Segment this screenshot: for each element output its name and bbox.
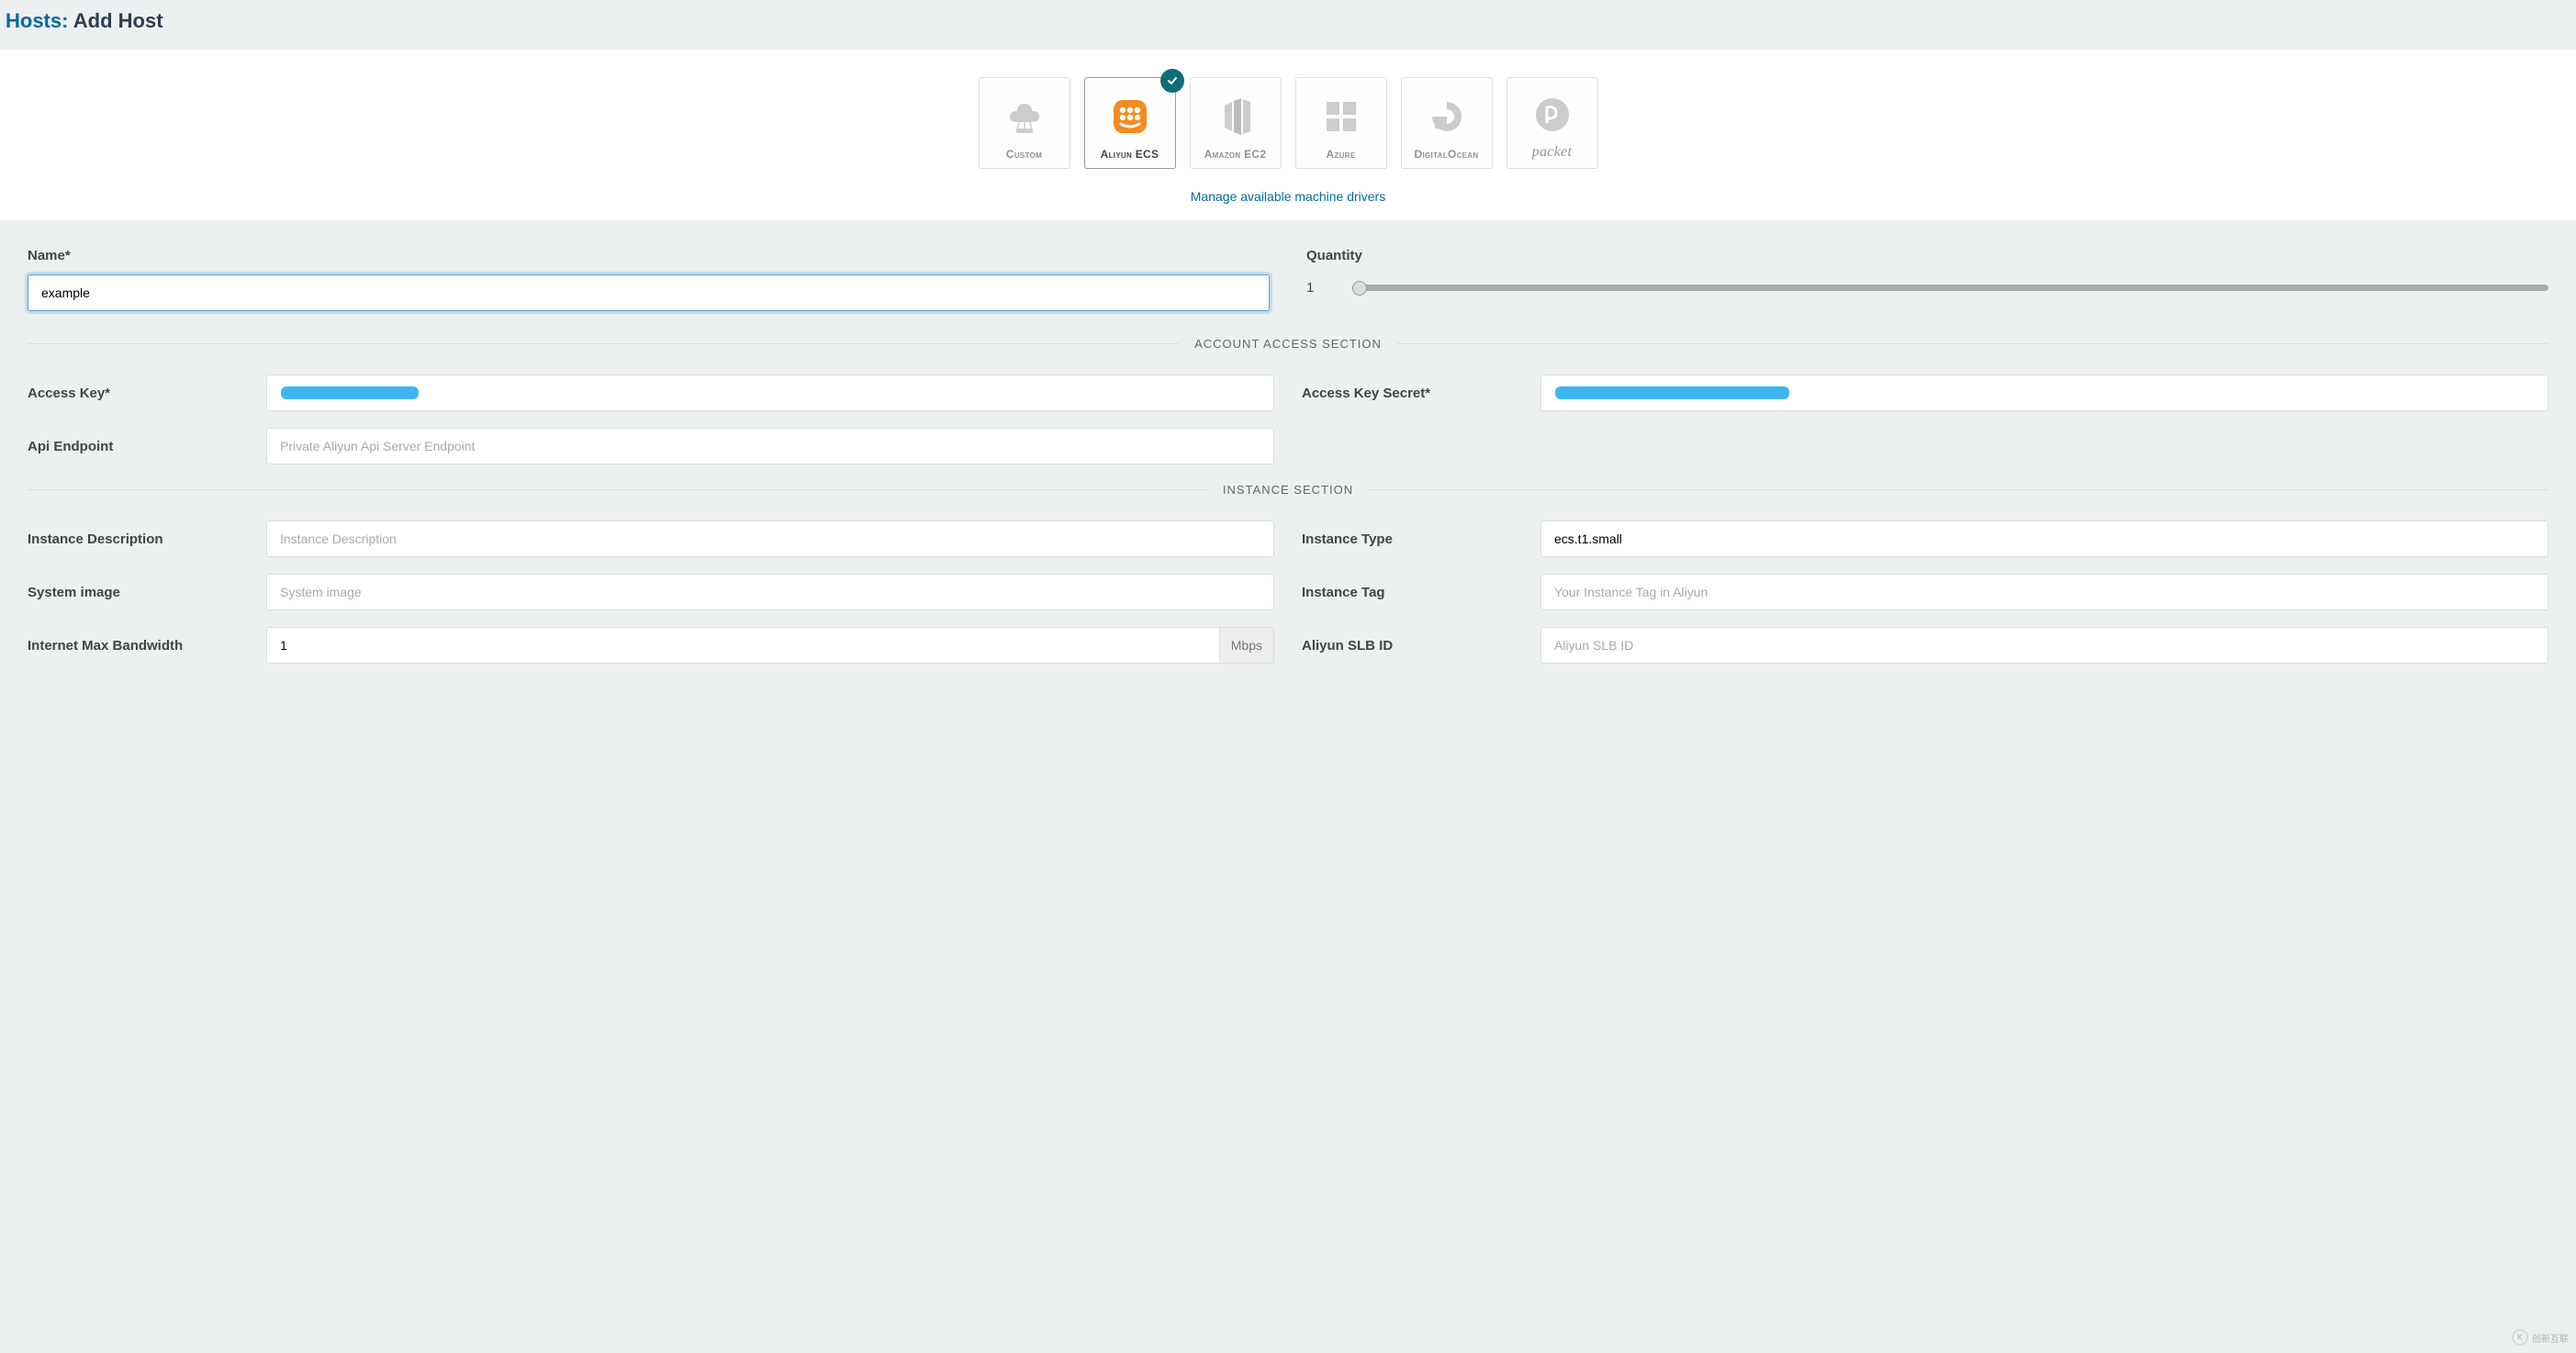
provider-packet[interactable]: packet (1506, 77, 1598, 169)
instance-tag-input[interactable] (1540, 574, 2548, 610)
quantity-value: 1 (1306, 280, 1325, 296)
instance-description-label: Instance Description (28, 531, 239, 547)
section-label: ACCOUNT ACCESS SECTION (1194, 337, 1382, 351)
instance-type-input[interactable] (1540, 520, 2548, 557)
name-label: Name* (28, 248, 1270, 263)
instance-type-label: Instance Type (1302, 531, 1513, 547)
check-icon (1160, 69, 1184, 93)
redacted-overlay (281, 386, 419, 399)
provider-label: DigitalOcean (1415, 148, 1479, 161)
provider-azure[interactable]: Azure (1295, 77, 1387, 169)
bandwidth-unit: Mbps (1220, 627, 1274, 664)
name-input[interactable] (28, 274, 1270, 311)
slb-id-label: Aliyun SLB ID (1302, 638, 1513, 654)
slider-track (1352, 285, 2548, 291)
slider-thumb[interactable] (1352, 281, 1367, 296)
access-key-input-wrap (266, 375, 1274, 411)
api-endpoint-input[interactable] (266, 428, 1274, 464)
aliyun-icon (1108, 85, 1152, 148)
access-key-secret-label: Access Key Secret* (1302, 386, 1513, 401)
api-endpoint-label: Api Endpoint (28, 439, 239, 454)
provider-label: Aliyun ECS (1101, 148, 1159, 161)
bandwidth-label: Internet Max Bandwidth (28, 638, 239, 654)
provider-cards: Custom Aliyun ECS (18, 77, 2558, 169)
provider-aliyun-ecs[interactable]: Aliyun ECS (1084, 77, 1176, 169)
bandwidth-input[interactable] (266, 627, 1220, 664)
form-section: Name* Quantity 1 ACCOUNT ACCESS SECTION … (0, 220, 2576, 664)
manage-drivers-link[interactable]: Manage available machine drivers (1191, 189, 1385, 204)
page-header: Hosts: Add Host (0, 0, 2576, 50)
provider-label: Custom (1006, 148, 1042, 161)
provider-amazon-ec2[interactable]: Amazon EC2 (1190, 77, 1282, 169)
cloud-server-icon (1004, 85, 1045, 148)
packet-icon (1532, 85, 1573, 144)
slb-id-input[interactable] (1540, 627, 2548, 664)
system-image-label: System image (28, 585, 239, 600)
redacted-overlay (1555, 386, 1789, 399)
system-image-input[interactable] (266, 574, 1274, 610)
section-label: INSTANCE SECTION (1223, 483, 1353, 497)
provider-label: packet (1532, 144, 1573, 161)
provider-section: Custom Aliyun ECS (0, 50, 2576, 220)
amazon-ec2-icon (1215, 85, 1256, 148)
quantity-label: Quantity (1306, 248, 2548, 263)
breadcrumb-current: Add Host (68, 9, 162, 32)
quantity-slider[interactable] (1352, 282, 2548, 295)
watermark-text: 创新互联 (2532, 1331, 2569, 1345)
instance-description-input[interactable] (266, 520, 1274, 557)
instance-tag-label: Instance Tag (1302, 585, 1513, 600)
azure-icon (1321, 85, 1361, 148)
watermark: K 创新互联 (2512, 1329, 2569, 1346)
access-key-label: Access Key* (28, 386, 239, 401)
digitalocean-icon (1427, 85, 1467, 148)
watermark-icon: K (2512, 1329, 2528, 1346)
provider-label: Amazon EC2 (1204, 148, 1267, 161)
provider-custom[interactable]: Custom (979, 77, 1070, 169)
provider-digitalocean[interactable]: DigitalOcean (1401, 77, 1493, 169)
account-section-divider: ACCOUNT ACCESS SECTION (28, 337, 2548, 351)
breadcrumb-hosts[interactable]: Hosts: (6, 9, 68, 32)
access-key-secret-input-wrap (1540, 375, 2548, 411)
page-title: Hosts: Add Host (6, 9, 2558, 33)
provider-label: Azure (1327, 148, 1356, 161)
instance-section-divider: INSTANCE SECTION (28, 483, 2548, 497)
